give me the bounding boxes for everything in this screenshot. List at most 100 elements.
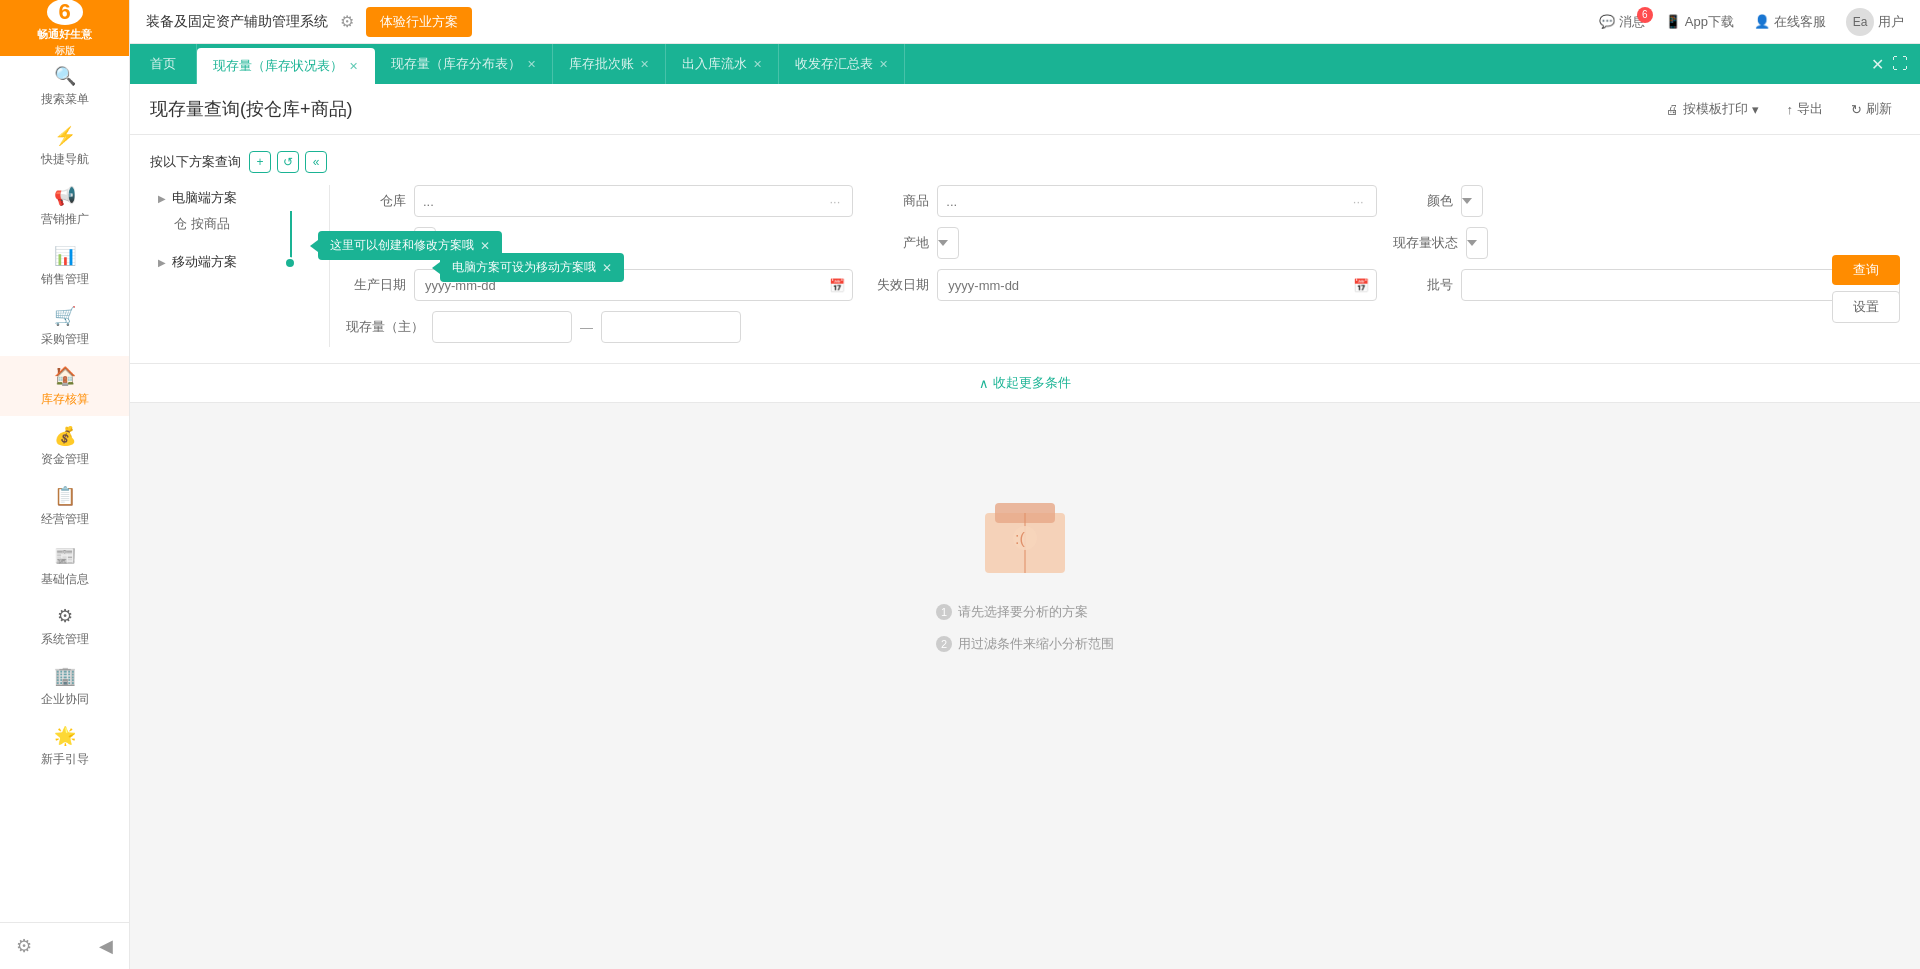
sidebar-bottom: ⚙ ◀ [0,922,129,969]
tab-in-out-flow-label: 出入库流水 [682,55,747,73]
calendar-icon-2[interactable]: 📅 [1353,278,1369,293]
empty-tip2: 用过滤条件来缩小分析范围 [958,631,1114,657]
logo-icon: 6 [47,0,83,25]
sidebar-item-guide[interactable]: 🌟 新手引导 [0,716,129,776]
scheme-tooltip-text: 电脑方案可设为移动方案哦 [452,259,596,276]
add-scheme-btn[interactable]: + [249,151,271,173]
sidebar-item-inventory[interactable]: 🏠 库存核算 [0,356,129,416]
query-buttons: 查询 设置 [1832,255,1900,323]
sidebar-label: 搜索菜单 [41,91,89,108]
page-title: 现存量查询(按仓库+商品) [150,97,353,121]
sidebar-item-quick-nav[interactable]: ⚡ 快捷导航 [0,116,129,176]
system-icon: ⚙ [57,605,73,627]
collapse-bar[interactable]: ∧ 收起更多条件 [130,364,1920,403]
industry-btn[interactable]: 体验行业方案 [366,7,472,37]
goods-label: 商品 [869,192,929,210]
edit-tooltip: 这里可以创建和修改方案哦 ✕ [318,231,502,260]
scheme-desktop-sub[interactable]: 仓 按商品 [150,211,321,237]
collapse-label: 收起更多条件 [993,374,1071,392]
sidebar-item-sales[interactable]: 📊 销售管理 [0,236,129,296]
scheme-tooltip-close[interactable]: ✕ [602,261,612,275]
calendar-icon[interactable]: 📅 [829,278,845,293]
online-service-item[interactable]: 👤 在线客服 [1754,13,1826,31]
stock-qty-min-input[interactable] [432,311,572,343]
collapse-sidebar-icon[interactable]: ◀ [99,935,113,957]
empty-state: :( 1 请先选择要分析的方案 2 用过滤条件来缩小分析范围 [130,403,1920,737]
sidebar-item-finance[interactable]: 💰 资金管理 [0,416,129,476]
tab-home[interactable]: 首页 [130,44,197,84]
reset-btn[interactable]: 设置 [1832,291,1900,323]
stock-qty-max-input[interactable] [601,311,741,343]
app-logo: 6 畅通好生意 标版 [0,0,129,56]
tab-close-icon[interactable]: ✕ [753,58,762,71]
tooltip-arrow [310,240,318,252]
warehouse-input[interactable] [423,186,825,216]
tab-close-icon[interactable]: ✕ [640,58,649,71]
tooltip-arrow [432,262,440,274]
color-select-wrap [1461,185,1900,217]
scheme-desktop[interactable]: ▶ 电脑端方案 [150,185,321,211]
scheme-arrow-right: ▶ [158,193,166,204]
refresh-scheme-btn[interactable]: ↺ [277,151,299,173]
search-icon: 🔍 [54,65,76,87]
sidebar-item-operations[interactable]: 📋 经营管理 [0,476,129,536]
sidebar-label: 快捷导航 [41,151,89,168]
filter-header: 按以下方案查询 + ↺ « 电脑方案可设为移动方案哦 ✕ [150,151,1900,173]
color-select[interactable] [1461,185,1483,217]
online-service-label: 在线客服 [1774,13,1826,31]
top-header: 装备及固定资产辅助管理系统 ⚙ 体验行业方案 💬 消息 6 📱 App下载 👤 … [130,0,1920,44]
basic-icon: 📰 [54,545,76,567]
sidebar-item-enterprise[interactable]: 🏢 企业协同 [0,656,129,716]
tab-home-label: 首页 [150,55,176,73]
tab-close-icon[interactable]: ✕ [879,58,888,71]
produce-date-label: 生产日期 [346,276,406,294]
color-field: 颜色 [1393,185,1900,217]
lightning-icon: ⚡ [54,125,76,147]
search-btn[interactable]: 查询 [1832,255,1900,285]
page-actions: 🖨 按模板打印 ▾ ↑ 导出 ↻ 刷新 [1658,96,1901,122]
sales-icon: 📊 [54,245,76,267]
batch-no-field: 批号 [1393,269,1900,301]
sidebar-item-system[interactable]: ⚙ 系统管理 [0,596,129,656]
user-avatar-item[interactable]: Ea 用户 [1846,8,1904,36]
tab-in-out-flow[interactable]: 出入库流水 ✕ [666,44,779,84]
scheme-list-panel: ▶ 电脑端方案 这里可以创建和修改方案哦 ✕ 仓 按商品 [150,185,330,347]
sidebar-item-purchase[interactable]: 🛒 采购管理 [0,296,129,356]
goods-input[interactable] [946,186,1348,216]
origin-field: 产地 [869,227,1376,259]
app-download-item[interactable]: 📱 App下载 [1665,13,1734,31]
tab-batch-account[interactable]: 库存批次账 ✕ [553,44,666,84]
expire-date-input[interactable] [937,269,1376,301]
settings-gear-icon[interactable]: ⚙ [340,12,354,31]
tab-inventory-dist[interactable]: 现存量（库存分布表） ✕ [375,44,553,84]
inventory-icon: 🏠 [54,365,76,387]
refresh-btn[interactable]: ↻ 刷新 [1843,96,1900,122]
message-icon-item[interactable]: 💬 消息 6 [1599,13,1645,31]
tab-close-icon[interactable]: ✕ [349,60,358,73]
tab-collect-summary-label: 收发存汇总表 [795,55,873,73]
sidebar-item-marketing[interactable]: 📢 营销推广 [0,176,129,236]
tab-collect-summary[interactable]: 收发存汇总表 ✕ [779,44,905,84]
goods-dots-icon[interactable]: ··· [1349,194,1368,209]
finance-icon: 💰 [54,425,76,447]
range-dash: — [580,320,593,335]
back-scheme-btn[interactable]: « [305,151,327,173]
warehouse-dots-icon[interactable]: ··· [825,194,844,209]
print-icon: 🖨 [1666,102,1679,117]
export-btn[interactable]: ↑ 导出 [1779,96,1832,122]
stock-status-select[interactable] [1466,227,1488,259]
tab-fullscreen-icon[interactable]: ⛶ [1892,55,1908,73]
tab-close-icon[interactable]: ✕ [527,58,536,71]
edit-tooltip-close[interactable]: ✕ [480,239,490,253]
tab-close-all-icon[interactable]: ✕ [1871,55,1884,74]
tab-bar-right: ✕ ⛶ [1871,55,1920,74]
origin-select[interactable] [937,227,959,259]
settings-bottom-icon[interactable]: ⚙ [16,935,32,957]
page-header: 现存量查询(按仓库+商品) 🖨 按模板打印 ▾ ↑ 导出 ↻ 刷新 [130,84,1920,135]
sidebar-item-basic[interactable]: 📰 基础信息 [0,536,129,596]
service-icon: 👤 [1754,14,1770,29]
template-print-btn[interactable]: 🖨 按模板打印 ▾ [1658,96,1767,122]
tab-inventory-status[interactable]: 现存量（库存状况表） ✕ [197,48,375,84]
sidebar-item-search-menu[interactable]: 🔍 搜索菜单 [0,56,129,116]
tip-num-1: 1 [936,604,952,620]
